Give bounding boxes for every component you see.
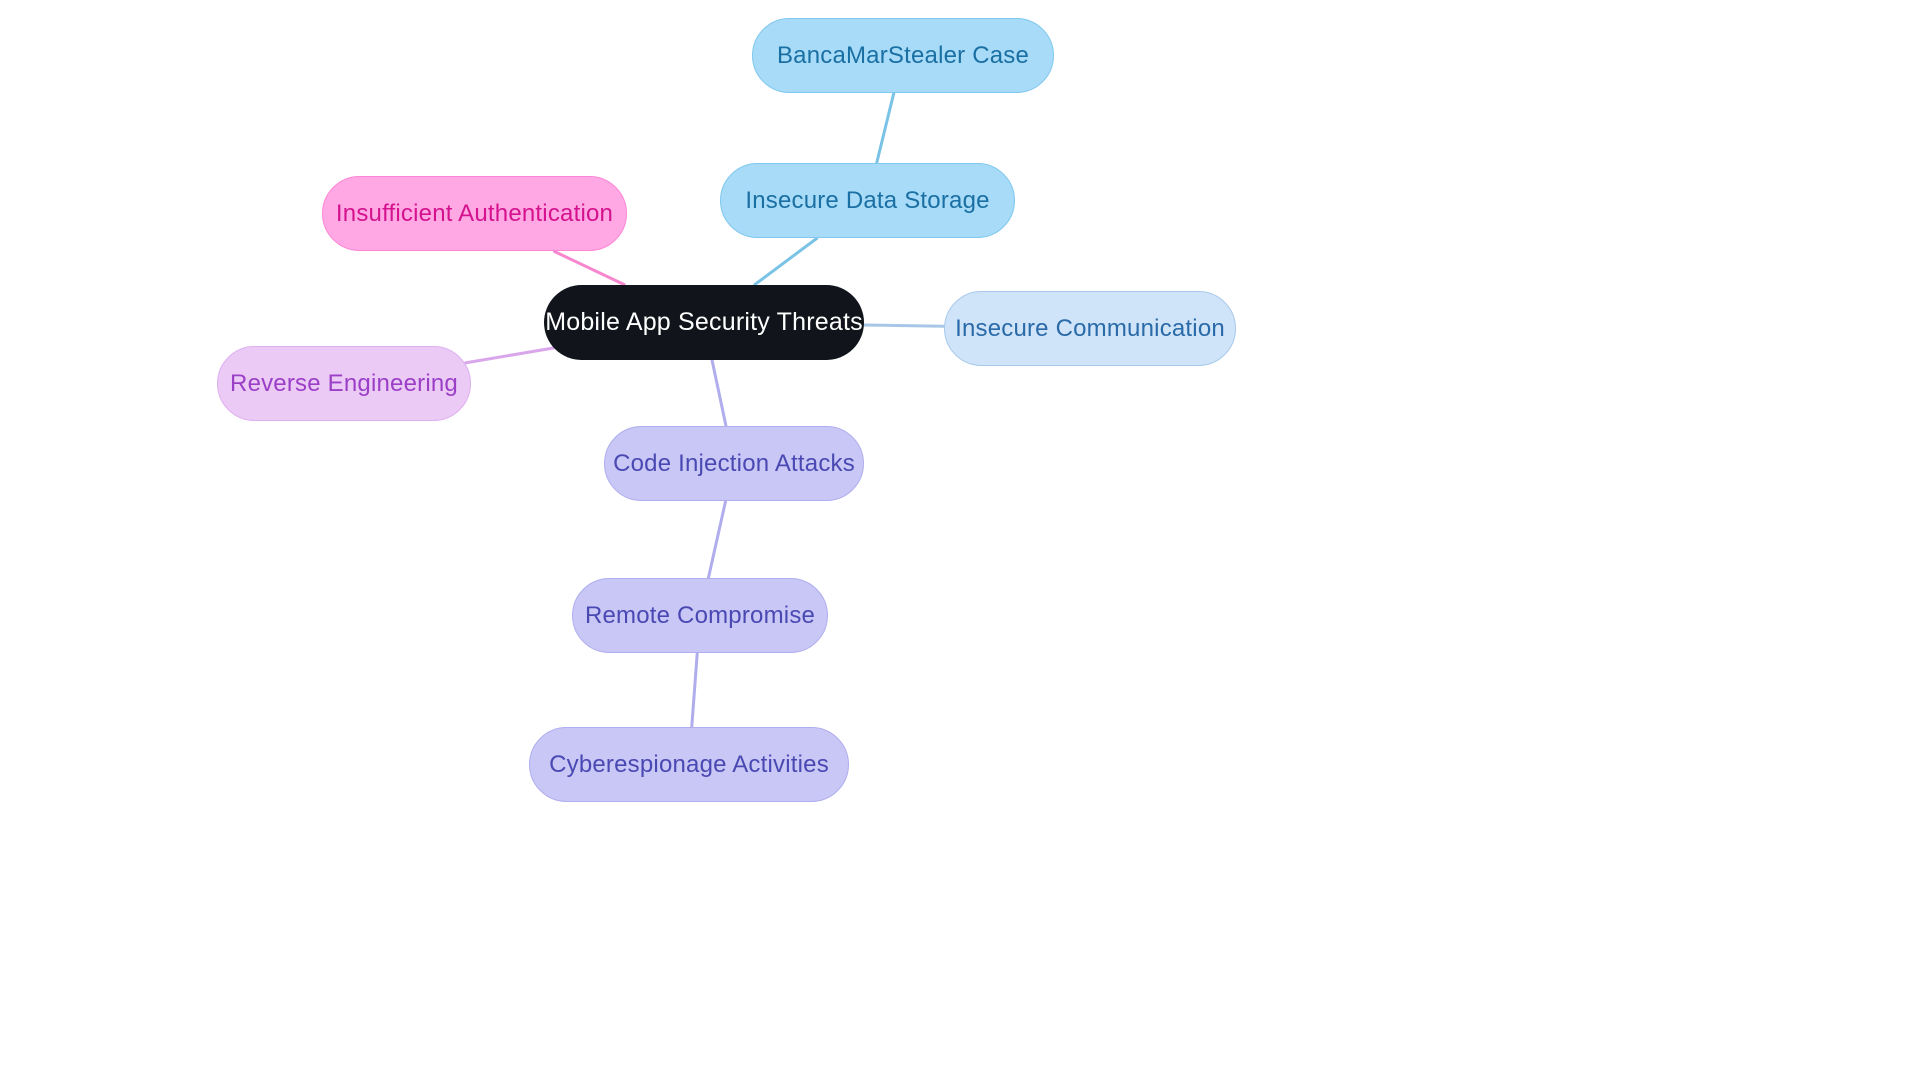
edge: [877, 94, 894, 163]
node-label: Reverse Engineering: [230, 370, 458, 398]
node-label: BancaMarStealer Case: [777, 42, 1029, 70]
node-code-injection-attacks[interactable]: Code Injection Attacks: [604, 426, 864, 501]
node-label: Insufficient Authentication: [336, 200, 613, 228]
node-insecure-data-storage[interactable]: Insecure Data Storage: [720, 163, 1015, 238]
node-label: Code Injection Attacks: [613, 450, 855, 478]
node-label: Insecure Communication: [955, 315, 1225, 343]
edge: [709, 502, 726, 578]
edge: [465, 348, 553, 363]
edge: [712, 361, 726, 426]
node-label: Insecure Data Storage: [745, 187, 989, 215]
node-remote-compromise[interactable]: Remote Compromise: [572, 578, 828, 653]
node-label: Cyberespionage Activities: [549, 751, 829, 779]
node-label: Remote Compromise: [585, 602, 815, 630]
node-insufficient-authentication[interactable]: Insufficient Authentication: [322, 176, 627, 251]
diagram-canvas: Mobile App Security Threats Insecure Dat…: [0, 0, 1920, 1083]
edge: [555, 252, 625, 285]
node-insecure-communication[interactable]: Insecure Communication: [944, 291, 1236, 366]
edge: [692, 654, 697, 727]
node-cyberespionage-activities[interactable]: Cyberespionage Activities: [529, 727, 849, 802]
edge: [864, 325, 943, 326]
edge: [755, 239, 817, 285]
node-bancamarstealer-case[interactable]: BancaMarStealer Case: [752, 18, 1054, 93]
node-center[interactable]: Mobile App Security Threats: [544, 285, 864, 360]
node-label: Mobile App Security Threats: [545, 308, 863, 337]
node-reverse-engineering[interactable]: Reverse Engineering: [217, 346, 471, 421]
